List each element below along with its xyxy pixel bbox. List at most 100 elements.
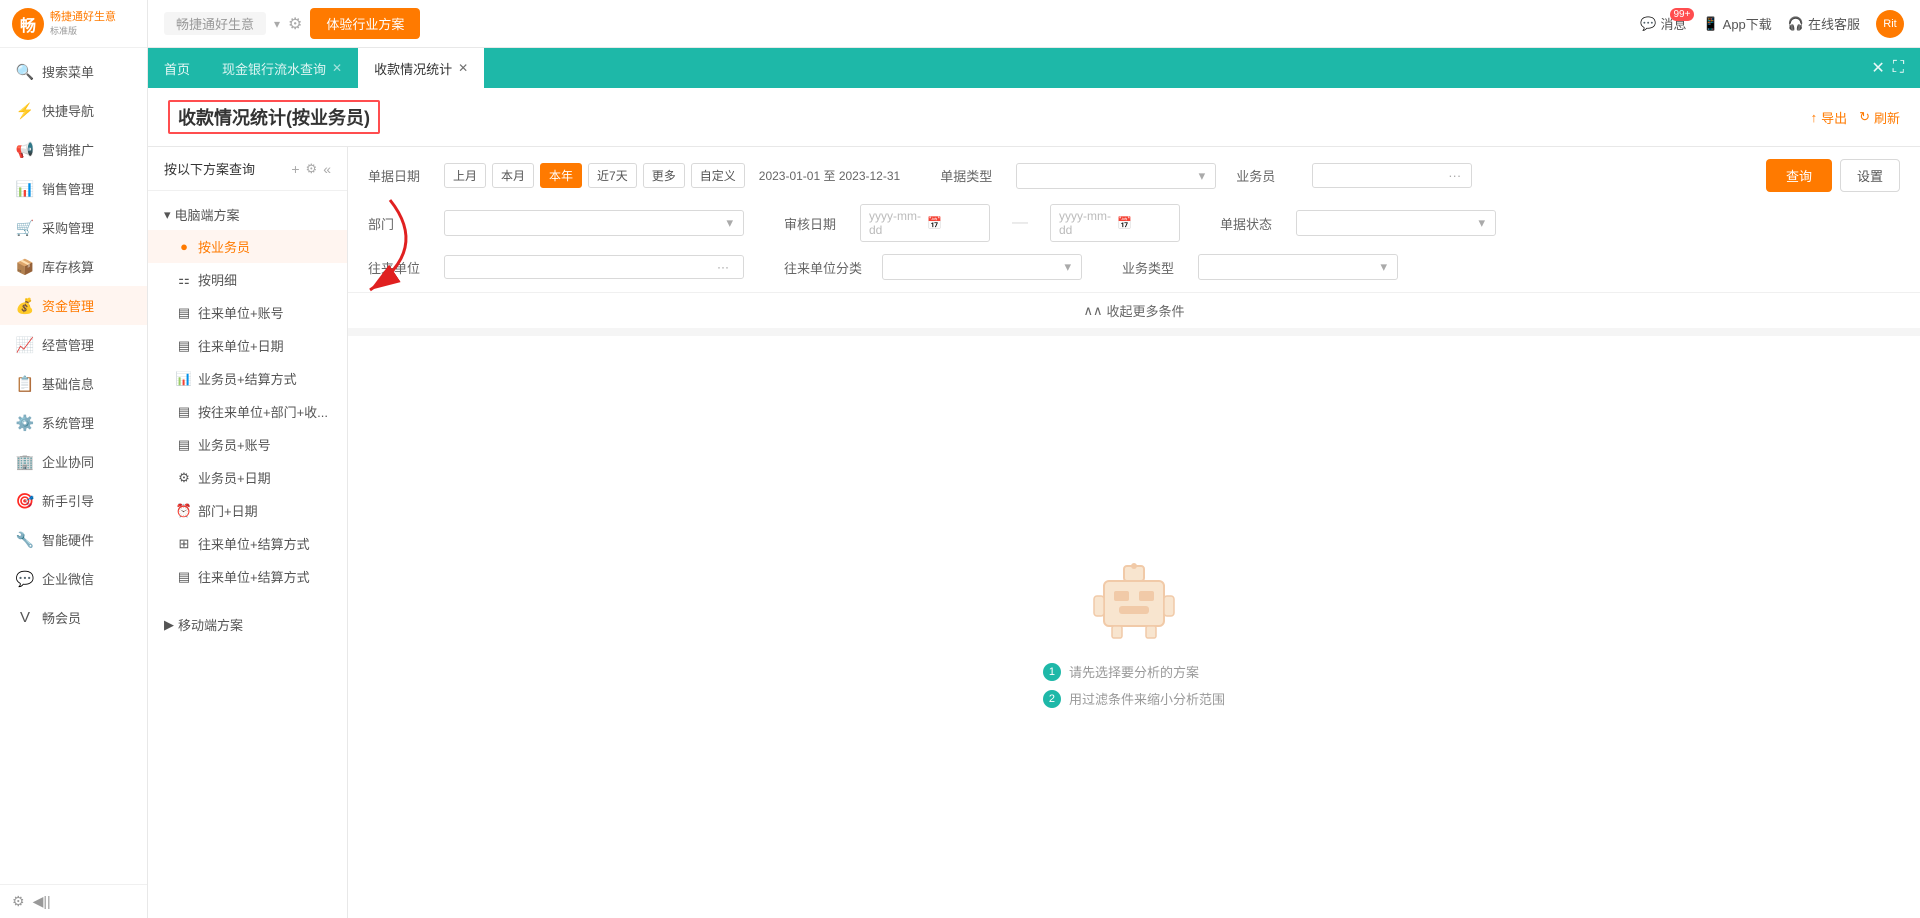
sidebar-item-shortcut[interactable]: ⚡ 快捷导航	[0, 91, 147, 130]
filter-actions: 查询 设置	[1766, 159, 1900, 192]
desktop-section-header[interactable]: ▾ 电脑端方案	[148, 199, 347, 230]
collapse-bar[interactable]: ∧∧ 收起更多条件	[348, 292, 1920, 328]
date-quick-buttons: 上月 本月 本年 近7天 更多 自定义 2023-01-01 至 2023-12…	[444, 163, 900, 188]
sidebar-item-guide[interactable]: 🎯 新手引导	[0, 481, 147, 520]
partner-more-icon[interactable]: ···	[713, 260, 733, 274]
sidebar-item-inventory[interactable]: 📦 库存核算	[0, 247, 147, 286]
sidebar-item-wechat[interactable]: 💬 企业微信	[0, 559, 147, 598]
empty-step-2: 2 用过滤条件来缩小分析范围	[1043, 689, 1225, 708]
review-date-to-input[interactable]: yyyy-mm-dd 📅	[1050, 204, 1180, 242]
tab-close-all-icon[interactable]: ✕	[1871, 58, 1884, 78]
tab-home[interactable]: 首页	[148, 48, 206, 88]
this-year-btn[interactable]: 本年	[540, 163, 582, 188]
this-month-btn[interactable]: 本月	[492, 163, 534, 188]
sidebar-item-sales[interactable]: 📊 销售管理	[0, 169, 147, 208]
scheme-item-by-salesperson[interactable]: ● 按业务员	[148, 230, 347, 263]
main-area: 畅捷通好生意 ▾ ⚙ 体验行业方案 💬 消息 99+ 📱 App下载 🎧 在线客…	[148, 0, 1920, 918]
salesperson-date-icon: ⚙	[176, 470, 192, 486]
business-type-select[interactable]: ▾	[1198, 254, 1398, 280]
settings-button[interactable]: 设置	[1840, 159, 1900, 192]
sidebar-item-enterprise[interactable]: 🏢 企业协同	[0, 442, 147, 481]
sidebar-item-basic[interactable]: 📋 基础信息	[0, 364, 147, 403]
online-service-button[interactable]: 🎧 在线客服	[1788, 14, 1860, 33]
member-icon: V	[16, 609, 34, 627]
mobile-section-header[interactable]: ▶ 移动端方案	[148, 609, 347, 640]
tab-bank[interactable]: 现金银行流水查询 ✕	[206, 48, 358, 88]
dept-select[interactable]: ▾	[444, 210, 744, 236]
sidebar-item-finance[interactable]: 💰 资金管理	[0, 286, 147, 325]
prev-month-btn[interactable]: 上月	[444, 163, 486, 188]
sidebar-item-purchase[interactable]: 🛒 采购管理	[0, 208, 147, 247]
tab-label: 现金银行流水查询	[222, 59, 326, 78]
sidebar-item-hardware[interactable]: 🔧 智能硬件	[0, 520, 147, 559]
tab-label: 首页	[164, 59, 190, 78]
sidebar-item-search[interactable]: 🔍 搜索菜单	[0, 52, 147, 91]
scheme-item-salesperson-date[interactable]: ⚙ 业务员+日期	[148, 461, 347, 494]
trial-button[interactable]: 体验行业方案	[310, 8, 420, 39]
sales-icon: 📊	[16, 180, 34, 198]
export-icon: ↑	[1811, 110, 1818, 125]
query-button[interactable]: 查询	[1766, 159, 1832, 192]
partner-select[interactable]: ···	[444, 255, 744, 279]
header-settings-icon[interactable]: ⚙	[288, 14, 302, 34]
header-dropdown-icon[interactable]: ▾	[274, 17, 280, 31]
operation-icon: 📈	[16, 336, 34, 354]
last7-btn[interactable]: 近7天	[588, 163, 637, 188]
review-date-from-input[interactable]: yyyy-mm-dd 📅	[860, 204, 990, 242]
sidebar-item-operation[interactable]: 📈 经营管理	[0, 325, 147, 364]
add-scheme-icon[interactable]: +	[291, 161, 299, 177]
more-btn[interactable]: 更多	[643, 163, 685, 188]
partner-category-select[interactable]: ▾	[882, 254, 1082, 280]
sidebar-item-label: 智能硬件	[42, 530, 94, 549]
dept-label: 部门	[368, 214, 424, 233]
scheme-item-by-detail[interactable]: ⚏ 按明细	[148, 263, 347, 296]
step-2-text: 用过滤条件来缩小分析范围	[1069, 689, 1225, 708]
scheme-item-salesperson-account[interactable]: ▤ 业务员+账号	[148, 428, 347, 461]
export-button[interactable]: ↑ 导出	[1811, 108, 1848, 127]
scheme-item-partner-settlement2[interactable]: ▤ 往来单位+结算方式	[148, 560, 347, 593]
message-icon: 💬	[1640, 16, 1656, 32]
scheme-item-salesperson-settlement[interactable]: 📊 业务员+结算方式	[148, 362, 347, 395]
right-panel: 单据日期 上月 本月 本年 近7天 更多 自定义 2023-01-01 至 20…	[348, 147, 1920, 918]
sidebar-item-label: 资金管理	[42, 296, 94, 315]
scheme-item-partner-dept-collect[interactable]: ▤ 按往来单位+部门+收...	[148, 395, 347, 428]
doc-type-label: 单据类型	[940, 166, 996, 185]
scheme-item-partner-account[interactable]: ▤ 往来单位+账号	[148, 296, 347, 329]
footer-collapse-icon[interactable]: ◀||	[33, 893, 51, 910]
footer-settings-icon[interactable]: ⚙	[12, 893, 25, 910]
doc-status-select[interactable]: ▾	[1296, 210, 1496, 236]
collapse-up-icon: ∧∧	[1083, 303, 1102, 319]
sidebar-item-label: 企业协同	[42, 452, 94, 471]
tab-close-icon[interactable]: ✕	[458, 61, 468, 75]
scheme-item-partner-settlement1[interactable]: ⊞ 往来单位+结算方式	[148, 527, 347, 560]
refresh-button[interactable]: ↻ 刷新	[1859, 108, 1900, 127]
scheme-item-dept-date[interactable]: ⏰ 部门+日期	[148, 494, 347, 527]
user-avatar[interactable]: Rit	[1876, 10, 1904, 38]
tab-close-icon[interactable]: ✕	[332, 61, 342, 75]
sidebar-item-marketing[interactable]: 📢 营销推广	[0, 130, 147, 169]
scheme-item-partner-date[interactable]: ▤ 往来单位+日期	[148, 329, 347, 362]
scheme-settings-icon[interactable]: ⚙	[306, 161, 318, 177]
messages-button[interactable]: 💬 消息 99+	[1640, 14, 1686, 33]
tab-bar-actions: ✕ ⛶	[1871, 58, 1920, 78]
sidebar-item-member[interactable]: V 畅会员	[0, 598, 147, 637]
doc-status-label: 单据状态	[1220, 214, 1276, 233]
doc-type-select[interactable]: ▾	[1016, 163, 1216, 189]
collapse-label: 收起更多条件	[1107, 301, 1185, 320]
panel-collapse-icon[interactable]: «	[323, 161, 331, 177]
app-download-button[interactable]: 📱 App下载	[1702, 14, 1771, 33]
sidebar-item-system[interactable]: ⚙️ 系统管理	[0, 403, 147, 442]
partner-account-icon: ▤	[176, 305, 192, 321]
tab-collection[interactable]: 收款情况统计 ✕	[358, 48, 484, 88]
sidebar-item-label: 企业微信	[42, 569, 94, 588]
custom-btn[interactable]: 自定义	[691, 163, 745, 188]
tab-expand-icon[interactable]: ⛶	[1893, 59, 1904, 77]
search-icon: 🔍	[16, 63, 34, 81]
salesperson-label: 业务员	[1236, 166, 1292, 185]
sidebar-logo: 畅 畅捷通好生意 标准版	[0, 0, 147, 48]
scheme-label: 按往来单位+部门+收...	[198, 402, 328, 421]
scheme-section-mobile: ▶ 移动端方案	[148, 601, 347, 648]
scheme-label: 往来单位+账号	[198, 303, 284, 322]
download-icon: 📱	[1702, 16, 1718, 32]
salesperson-select[interactable]: ···	[1312, 163, 1472, 188]
